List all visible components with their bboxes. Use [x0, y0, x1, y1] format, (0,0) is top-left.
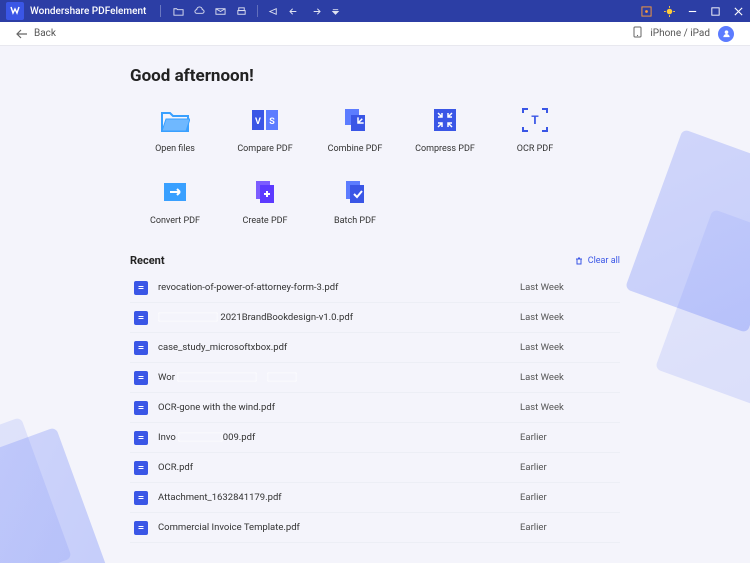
pdf-file-icon: [134, 371, 148, 385]
pdf-file-icon: [134, 461, 148, 475]
theme-icon[interactable]: [664, 6, 675, 17]
file-time: Last Week: [520, 402, 620, 413]
file-time: Last Week: [520, 312, 620, 323]
file-name: Wor: [158, 372, 520, 383]
file-time: Earlier: [520, 462, 620, 473]
svg-text:V: V: [255, 117, 261, 127]
batch-icon: [310, 174, 400, 210]
action-label: Combine PDF: [310, 144, 400, 154]
pdf-file-icon: [134, 521, 148, 535]
action-label: Convert PDF: [130, 216, 220, 226]
pdf-file-icon: [134, 401, 148, 415]
pdf-file-icon: [134, 281, 148, 295]
folder-open-icon: [130, 102, 220, 138]
recent-row[interactable]: Attachment_1632841179.pdf Earlier: [130, 483, 620, 513]
divider: [257, 5, 258, 17]
file-name: Attachment_1632841179.pdf: [158, 492, 520, 503]
convert-icon: [130, 174, 220, 210]
device-label[interactable]: iPhone / iPad: [650, 28, 710, 39]
file-name: Invo009.pdf: [158, 432, 520, 443]
trash-icon: [574, 256, 584, 266]
combine-icon: [310, 102, 400, 138]
action-label: Compare PDF: [220, 144, 310, 154]
action-label: Compress PDF: [400, 144, 490, 154]
clear-all-button[interactable]: Clear all: [574, 256, 620, 266]
action-label: Batch PDF: [310, 216, 400, 226]
recent-row[interactable]: Invo009.pdf Earlier: [130, 423, 620, 453]
mail-icon[interactable]: [215, 6, 226, 17]
pdf-file-icon: [134, 311, 148, 325]
recent-row[interactable]: 2021BrandBookdesign-v1.0.pdf Last Week: [130, 303, 620, 333]
file-time: Last Week: [520, 282, 620, 293]
back-label: Back: [34, 28, 56, 39]
compress-icon: [400, 102, 490, 138]
undo-icon[interactable]: [289, 6, 300, 17]
dropdown-icon[interactable]: [331, 7, 340, 16]
print-icon[interactable]: [236, 6, 247, 17]
action-compare-pdf[interactable]: VS Compare PDF: [220, 102, 310, 154]
back-button[interactable]: Back: [16, 28, 56, 39]
clear-all-label: Clear all: [588, 256, 620, 266]
action-convert-pdf[interactable]: Convert PDF: [130, 174, 220, 226]
divider: [160, 5, 161, 17]
redo-icon[interactable]: [310, 6, 321, 17]
app-name: Wondershare PDFelement: [30, 6, 146, 17]
compare-icon: VS: [220, 102, 310, 138]
file-time: Last Week: [520, 372, 620, 383]
share-icon[interactable]: [268, 6, 279, 17]
pdf-file-icon: [134, 491, 148, 505]
file-name: revocation-of-power-of-attorney-form-3.p…: [158, 282, 520, 293]
recent-list: revocation-of-power-of-attorney-form-3.p…: [130, 273, 620, 556]
file-time: Earlier: [520, 492, 620, 503]
minimize-icon[interactable]: [687, 6, 698, 17]
recent-row[interactable]: OCR-gone with the wind.pdf Last Week: [130, 393, 620, 423]
svg-text:S: S: [269, 117, 275, 127]
close-icon[interactable]: [733, 6, 744, 17]
action-open-files[interactable]: Open files: [130, 102, 220, 154]
file-name: Commercial Invoice Template.pdf: [158, 522, 520, 533]
action-ocr-pdf[interactable]: T OCR PDF: [490, 102, 580, 154]
folder-icon[interactable]: [173, 6, 184, 17]
svg-text:T: T: [531, 113, 539, 127]
action-create-pdf[interactable]: Create PDF: [220, 174, 310, 226]
mobile-icon: [633, 26, 642, 41]
file-time: Last Week: [520, 342, 620, 353]
back-arrow-icon: [16, 29, 28, 39]
ocr-icon: T: [490, 102, 580, 138]
expand-icon[interactable]: [641, 6, 652, 17]
app-logo-icon: [6, 2, 24, 20]
file-time: Earlier: [520, 432, 620, 443]
action-combine-pdf[interactable]: Combine PDF: [310, 102, 400, 154]
pdf-file-icon: [134, 431, 148, 445]
recent-row[interactable]: revocation-of-power-of-attorney-form-3.p…: [130, 273, 620, 303]
file-name: 2021BrandBookdesign-v1.0.pdf: [158, 312, 520, 323]
sub-bar: Back iPhone / iPad: [0, 22, 750, 46]
recent-title: Recent: [130, 254, 165, 267]
user-avatar[interactable]: [718, 26, 734, 42]
action-label: Create PDF: [220, 216, 310, 226]
recent-row[interactable]: Commercial Invoice Template.pdf Earlier: [130, 513, 620, 543]
action-label: OCR PDF: [490, 144, 580, 154]
action-label: Open files: [130, 144, 220, 154]
maximize-icon[interactable]: [710, 6, 721, 17]
create-icon: [220, 174, 310, 210]
title-bar: Wondershare PDFelement: [0, 0, 750, 22]
file-time: Earlier: [520, 522, 620, 533]
recent-row[interactable]: case_study_microsoftxbox.pdf Last Week: [130, 333, 620, 363]
quick-actions-grid: Open files VS Compare PDF Combine PDF Co…: [130, 102, 620, 226]
action-batch-pdf[interactable]: Batch PDF: [310, 174, 400, 226]
file-name: case_study_microsoftxbox.pdf: [158, 342, 520, 353]
cloud-icon[interactable]: [194, 6, 205, 17]
action-compress-pdf[interactable]: Compress PDF: [400, 102, 490, 154]
file-name: OCR.pdf: [158, 462, 520, 473]
recent-row[interactable]: Wor Last Week: [130, 363, 620, 393]
recent-header: Recent Clear all: [130, 254, 620, 267]
recent-row[interactable]: OCR.pdf Earlier: [130, 453, 620, 483]
pdf-file-icon: [134, 341, 148, 355]
greeting-heading: Good afternoon!: [130, 66, 620, 86]
file-name: OCR-gone with the wind.pdf: [158, 402, 520, 413]
